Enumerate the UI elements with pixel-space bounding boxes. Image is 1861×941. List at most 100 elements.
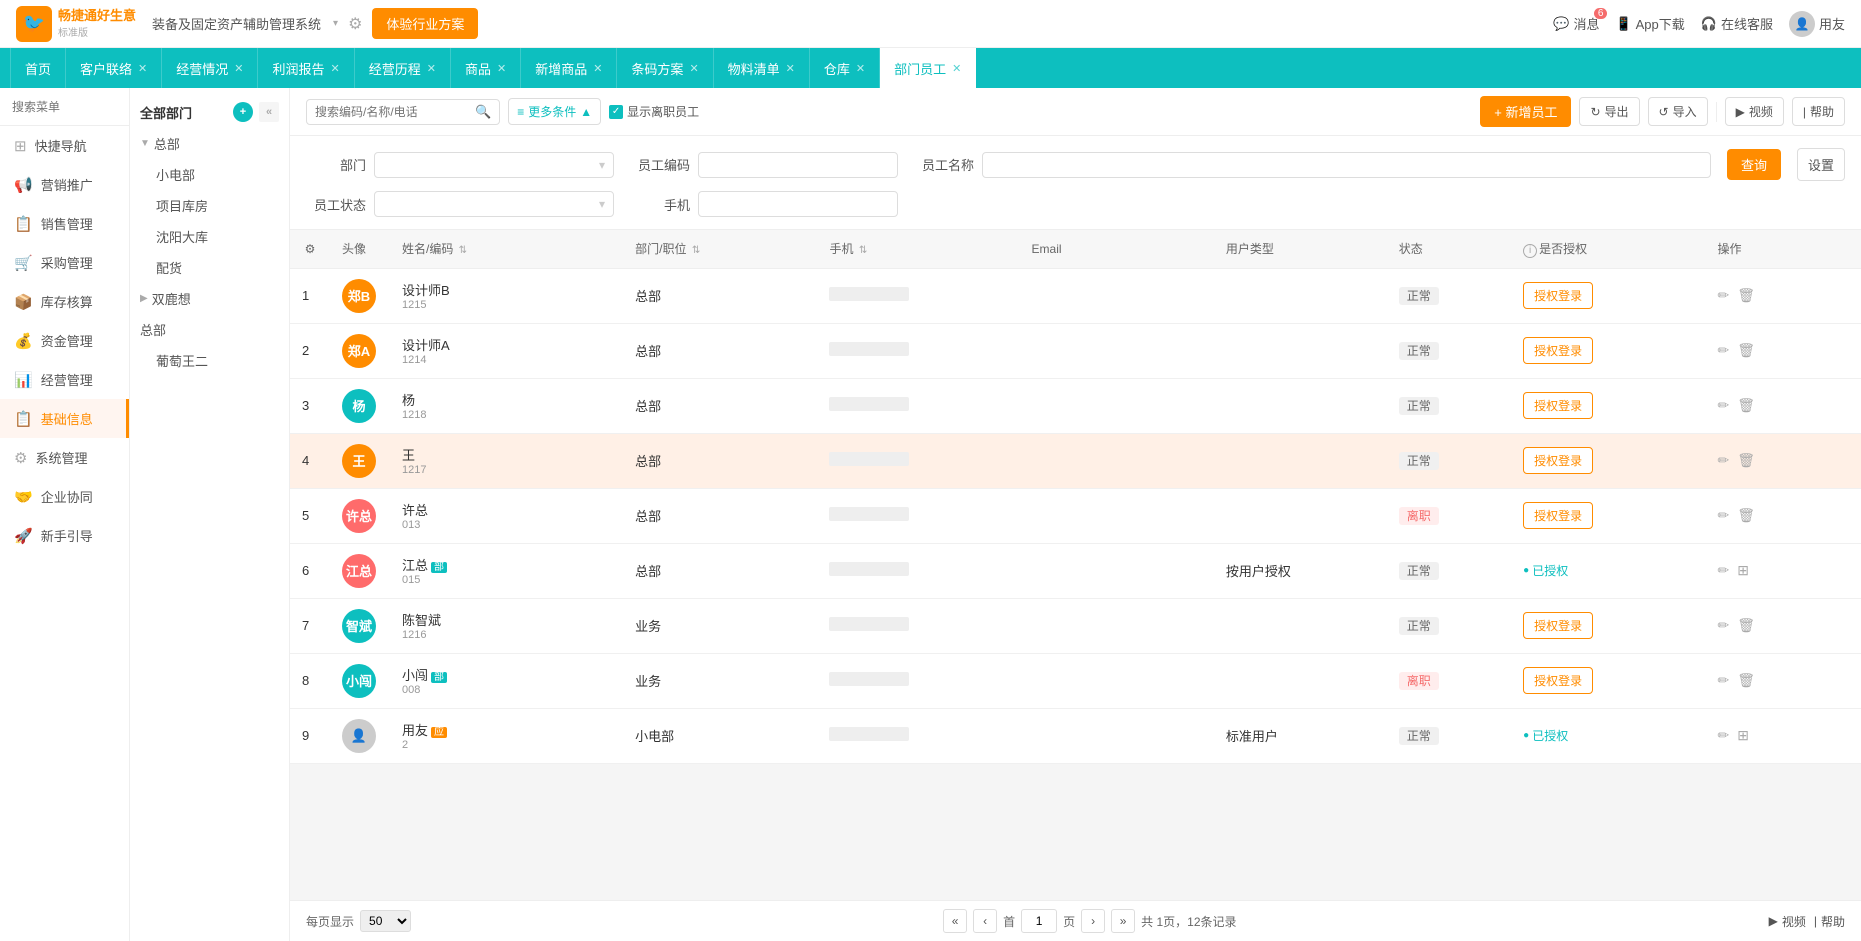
col-setting[interactable]: ⚙ [290, 230, 330, 268]
sidebar-item-quick-nav[interactable]: ⊞ 快捷导航 [0, 126, 129, 165]
app-download-button[interactable]: 📱 App下载 [1615, 14, 1684, 33]
sidebar-item-operations[interactable]: 📊 经营管理 [0, 360, 129, 399]
export-button[interactable]: ↻ 导出 [1579, 97, 1639, 126]
tab-operations[interactable]: 经营情况 ✕ [162, 48, 258, 88]
close-icon[interactable]: ✕ [593, 62, 602, 75]
tab-history[interactable]: 经营历程 ✕ [355, 48, 451, 88]
sidebar-item-system[interactable]: ⚙ 系统管理 [0, 438, 129, 477]
tab-home[interactable]: 首页 [10, 48, 66, 88]
emp-name-input[interactable] [982, 152, 1711, 178]
info-icon[interactable]: i [1523, 244, 1537, 258]
col-phone[interactable]: 手机 ⇅ [817, 230, 1019, 268]
per-page-select[interactable]: 50 20 100 [360, 910, 411, 932]
dept-filter-select[interactable]: ▾ [374, 152, 614, 178]
tab-customer[interactable]: 客户联络 ✕ [66, 48, 162, 88]
emp-code-input[interactable] [698, 152, 898, 178]
dept-item-shuanglu[interactable]: ▶ 双鹿想 [130, 283, 289, 314]
close-icon[interactable]: ✕ [856, 62, 865, 75]
close-icon[interactable]: ✕ [952, 62, 961, 75]
sidebar-item-guide[interactable]: 🚀 新手引导 [0, 516, 129, 555]
dept-add-icon[interactable]: + [233, 102, 253, 122]
sidebar-item-sales[interactable]: 📋 销售管理 [0, 204, 129, 243]
sidebar-item-basic[interactable]: 📋 基础信息 [0, 399, 129, 438]
sidebar-item-purchase[interactable]: 🛒 采购管理 [0, 243, 129, 282]
user-avatar-button[interactable]: 👤 用友 [1789, 11, 1845, 37]
dept-item-shenyang[interactable]: 沈阳大库 [130, 221, 289, 252]
sidebar-item-inventory[interactable]: 📦 库存核算 [0, 282, 129, 321]
copy-icon[interactable]: ⊞ [1737, 562, 1749, 579]
phone-input[interactable] [698, 191, 898, 217]
dept-item-putiao[interactable]: 葡萄王二 [130, 345, 289, 376]
delete-icon[interactable]: 🗑 [1737, 287, 1755, 304]
tab-barcode[interactable]: 条码方案 ✕ [617, 48, 713, 88]
tab-bom[interactable]: 物料清单 ✕ [714, 48, 810, 88]
settings-icon[interactable]: ⚙ [348, 14, 362, 34]
close-icon[interactable]: ✕ [786, 62, 795, 75]
close-icon[interactable]: ✕ [497, 62, 506, 75]
auth-button[interactable]: 授权登录 [1523, 667, 1593, 694]
search-input[interactable] [315, 105, 475, 119]
edit-icon[interactable]: ✏ [1717, 617, 1729, 634]
online-service-button[interactable]: 🎧 在线客服 [1701, 14, 1773, 33]
edit-icon[interactable]: ✏ [1717, 727, 1729, 744]
close-icon[interactable]: ✕ [138, 62, 147, 75]
auth-button[interactable]: 授权登录 [1523, 282, 1593, 309]
show-resigned-toggle[interactable]: ✓ 显示离职员工 [609, 103, 699, 120]
auth-button[interactable]: 授权登录 [1523, 612, 1593, 639]
message-button[interactable]: 💬 消息 6 [1553, 14, 1599, 33]
close-icon[interactable]: ✕ [234, 62, 243, 75]
footer-view-button[interactable]: ▶ 视频 [1769, 913, 1806, 930]
last-page-button[interactable]: » [1111, 909, 1135, 933]
edit-icon[interactable]: ✏ [1717, 452, 1729, 469]
query-button[interactable]: 查询 [1727, 149, 1781, 180]
close-icon[interactable]: ✕ [331, 62, 340, 75]
view-button[interactable]: ▶ 视频 [1725, 97, 1784, 126]
delete-icon[interactable]: 🗑 [1737, 342, 1755, 359]
tab-warehouse[interactable]: 仓库 ✕ [810, 48, 880, 88]
sidebar-item-finance[interactable]: 💰 资金管理 [0, 321, 129, 360]
tab-add-goods[interactable]: 新增商品 ✕ [521, 48, 617, 88]
copy-icon[interactable]: ⊞ [1737, 727, 1749, 744]
first-page-button[interactable]: « [943, 909, 967, 933]
sidebar-item-marketing[interactable]: 📢 营销推广 [0, 165, 129, 204]
delete-icon[interactable]: 🗑 [1737, 507, 1755, 524]
filter-more-button[interactable]: ≡ 更多条件 ▲ [508, 98, 601, 125]
edit-icon[interactable]: ✏ [1717, 397, 1729, 414]
dept-item-xiaodian[interactable]: 小电部 [130, 159, 289, 190]
close-icon[interactable]: ✕ [689, 62, 698, 75]
dept-item-xiangmu[interactable]: 项目库房 [130, 190, 289, 221]
auth-button[interactable]: 授权登录 [1523, 502, 1593, 529]
dept-item-zongbu[interactable]: ▼ 总部 [130, 128, 289, 159]
footer-help-button[interactable]: | 帮助 [1814, 913, 1845, 930]
edit-icon[interactable]: ✏ [1717, 562, 1729, 579]
emp-status-select[interactable]: ▾ [374, 191, 614, 217]
sidebar-item-collab[interactable]: 🤝 企业协同 [0, 477, 129, 516]
delete-icon[interactable]: 🗑 [1737, 617, 1755, 634]
edit-icon[interactable]: ✏ [1717, 672, 1729, 689]
delete-icon[interactable]: 🗑 [1737, 397, 1755, 414]
delete-icon[interactable]: 🗑 [1737, 672, 1755, 689]
dept-item-peihuo[interactable]: 配货 [130, 252, 289, 283]
col-dept[interactable]: 部门/职位 ⇅ [623, 230, 817, 268]
help-button[interactable]: | 帮助 [1792, 97, 1845, 126]
dept-collapse-icon[interactable]: « [259, 102, 279, 122]
sidebar-search-input[interactable] [12, 100, 130, 114]
prev-page-button[interactable]: ‹ [973, 909, 997, 933]
edit-icon[interactable]: ✏ [1717, 287, 1729, 304]
page-number-input[interactable] [1021, 909, 1057, 933]
edit-icon[interactable]: ✏ [1717, 342, 1729, 359]
col-name[interactable]: 姓名/编码 ⇅ [390, 230, 623, 268]
next-page-button[interactable]: › [1081, 909, 1105, 933]
auth-button[interactable]: 授权登录 [1523, 337, 1593, 364]
edit-icon[interactable]: ✏ [1717, 507, 1729, 524]
tab-employees[interactable]: 部门员工 ✕ [880, 48, 976, 88]
reset-button[interactable]: 设置 [1797, 148, 1845, 181]
import-button[interactable]: ↺ 导入 [1648, 97, 1708, 126]
delete-icon[interactable]: 🗑 [1737, 452, 1755, 469]
auth-button[interactable]: 授权登录 [1523, 447, 1593, 474]
tab-profit[interactable]: 利润报告 ✕ [258, 48, 354, 88]
tab-goods[interactable]: 商品 ✕ [451, 48, 521, 88]
dept-item-zongbu2[interactable]: 总部 [130, 314, 289, 345]
trial-button[interactable]: 体验行业方案 [372, 8, 478, 39]
system-title-chevron[interactable]: ▾ [333, 18, 338, 29]
